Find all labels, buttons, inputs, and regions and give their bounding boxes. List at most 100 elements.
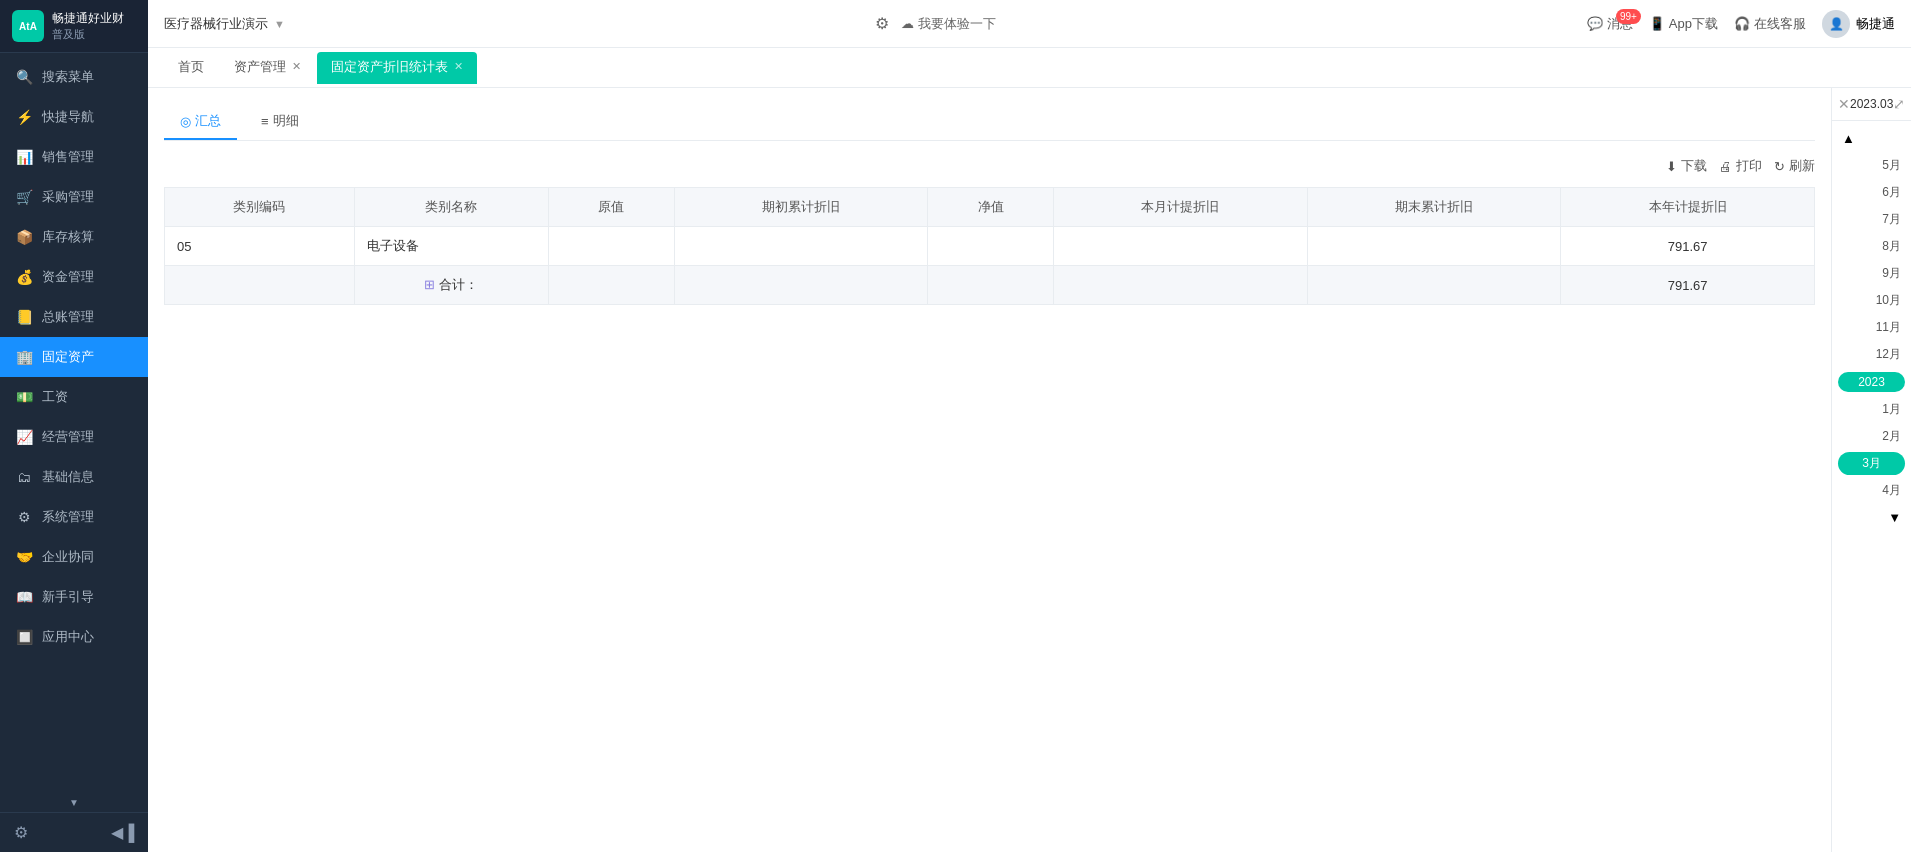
panel-title: 2023.03 bbox=[1850, 97, 1893, 111]
guide-icon: 📖 bbox=[14, 587, 34, 607]
message-button[interactable]: 💬 消息 99+ bbox=[1587, 15, 1633, 33]
refresh-button[interactable]: ↻ 刷新 bbox=[1774, 157, 1815, 175]
tab-home[interactable]: 首页 bbox=[164, 52, 218, 84]
col-header: 原值 bbox=[549, 188, 675, 227]
logo-icon: AtA bbox=[12, 10, 44, 42]
total-row: ⊞合计：791.67 bbox=[165, 266, 1815, 305]
sidebar-item-collab[interactable]: 🤝 企业协同 bbox=[0, 537, 148, 577]
sidebar-item-system[interactable]: ⚙ 系统管理 bbox=[0, 497, 148, 537]
tab-depreciation[interactable]: 固定资产折旧统计表✕ bbox=[317, 52, 477, 84]
month-item[interactable]: 1月 bbox=[1832, 396, 1911, 423]
logo-text: 畅捷通好业财 普及版 bbox=[52, 11, 124, 41]
sub-tab-summary[interactable]: ◎ 汇总 bbox=[164, 104, 237, 140]
page-content: ◎ 汇总 ≡ 明细 ⬇ 下载 🖨 打印 ↻ 刷新 bbox=[148, 88, 1911, 852]
month-item[interactable]: 4月 bbox=[1832, 477, 1911, 504]
total-cell bbox=[1054, 266, 1308, 305]
collapse-icon[interactable]: ◀▐ bbox=[111, 823, 134, 842]
sidebar-item-search[interactable]: 🔍 搜索菜单 bbox=[0, 57, 148, 97]
month-item[interactable]: 10月 bbox=[1832, 287, 1911, 314]
sidebar-item-assets[interactable]: 🏢 固定资产 bbox=[0, 337, 148, 377]
trial-button[interactable]: ☁ 我要体验一下 bbox=[901, 15, 996, 33]
month-item[interactable]: 11月 bbox=[1832, 314, 1911, 341]
sidebar-item-apps[interactable]: 🔲 应用中心 bbox=[0, 617, 148, 657]
sidebar: AtA 畅捷通好业财 普及版 🔍 搜索菜单 ⚡ 快捷导航 📊 销售管理 🛒 采购… bbox=[0, 0, 148, 852]
panel-nav-top: ▲ bbox=[1832, 125, 1911, 152]
sidebar-label-system: 系统管理 bbox=[42, 508, 94, 526]
logo-sub: 普及版 bbox=[52, 27, 124, 41]
sidebar-item-finance[interactable]: 💰 资金管理 bbox=[0, 257, 148, 297]
sidebar-label-apps: 应用中心 bbox=[42, 628, 94, 646]
table-cell: 791.67 bbox=[1561, 227, 1815, 266]
sidebar-label-inventory: 库存核算 bbox=[42, 228, 94, 246]
sidebar-footer: ⚙ ◀▐ bbox=[0, 812, 148, 852]
download-label: 下载 bbox=[1681, 157, 1707, 175]
total-cell: ⊞合计： bbox=[354, 266, 549, 305]
logo-name: 畅捷通好业财 bbox=[52, 11, 124, 27]
sidebar-scroll: ▼ bbox=[0, 793, 148, 812]
finance-icon: 💰 bbox=[14, 267, 34, 287]
company-selector[interactable]: 医疗器械行业演示 ▼ bbox=[164, 15, 285, 33]
sidebar-item-basic[interactable]: 🗂 基础信息 bbox=[0, 457, 148, 497]
refresh-label: 刷新 bbox=[1789, 157, 1815, 175]
app-download-button[interactable]: 📱 App下载 bbox=[1649, 15, 1718, 33]
sidebar-label-collab: 企业协同 bbox=[42, 548, 94, 566]
tab-assets_mgmt[interactable]: 资产管理✕ bbox=[220, 52, 315, 84]
sidebar-label-operations: 经营管理 bbox=[42, 428, 94, 446]
sidebar-label-assets: 固定资产 bbox=[42, 348, 94, 366]
table-cell: 05 bbox=[165, 227, 355, 266]
sub-tab-detail[interactable]: ≡ 明细 bbox=[245, 104, 315, 140]
quicknav-icon: ⚡ bbox=[14, 107, 34, 127]
download-button[interactable]: ⬇ 下载 bbox=[1666, 157, 1707, 175]
depreciation-table: 类别编码类别名称原值期初累计折旧净值本月计提折旧期末累计折旧本年计提折旧 05电… bbox=[164, 187, 1815, 305]
month-item[interactable]: 2月 bbox=[1832, 423, 1911, 450]
nav-down-arrow[interactable]: ▼ bbox=[1888, 510, 1901, 525]
sidebar-item-guide[interactable]: 📖 新手引导 bbox=[0, 577, 148, 617]
table-cell bbox=[1054, 227, 1308, 266]
refresh-icon: ↻ bbox=[1774, 159, 1785, 174]
sidebar-item-ledger[interactable]: 📒 总账管理 bbox=[0, 297, 148, 337]
month-item[interactable]: 8月 bbox=[1832, 233, 1911, 260]
search-icon: 🔍 bbox=[14, 67, 34, 87]
tab-close-assets_mgmt[interactable]: ✕ bbox=[292, 60, 301, 73]
report-toolbar: ⬇ 下载 🖨 打印 ↻ 刷新 bbox=[164, 157, 1815, 175]
sidebar-label-basic: 基础信息 bbox=[42, 468, 94, 486]
cloud-icon: ☁ bbox=[901, 16, 914, 31]
panel-close-icon[interactable]: ✕ bbox=[1838, 96, 1850, 112]
month-item[interactable]: 9月 bbox=[1832, 260, 1911, 287]
total-cell bbox=[165, 266, 355, 305]
panel-expand-icon[interactable]: ⤢ bbox=[1893, 96, 1905, 112]
month-item[interactable]: 6月 bbox=[1832, 179, 1911, 206]
payroll-icon: 💵 bbox=[14, 387, 34, 407]
tab-close-depreciation[interactable]: ✕ bbox=[454, 60, 463, 73]
year-badge[interactable]: 2023 bbox=[1838, 372, 1905, 392]
user-avatar: 👤 bbox=[1822, 10, 1850, 38]
sub-tab-label-summary: 汇总 bbox=[195, 112, 221, 130]
date-list: ▲ 5月6月7月8月9月10月11月12月 2023 1月2月3月4月 ▼ bbox=[1832, 121, 1911, 852]
col-header: 净值 bbox=[928, 188, 1054, 227]
sidebar-item-operations[interactable]: 📈 经营管理 bbox=[0, 417, 148, 457]
sidebar-item-purchase[interactable]: 🛒 采购管理 bbox=[0, 177, 148, 217]
month-item[interactable]: 12月 bbox=[1832, 341, 1911, 368]
print-button[interactable]: 🖨 打印 bbox=[1719, 157, 1762, 175]
sidebar-label-quicknav: 快捷导航 bbox=[42, 108, 94, 126]
sidebar-item-inventory[interactable]: 📦 库存核算 bbox=[0, 217, 148, 257]
sidebar-label-purchase: 采购管理 bbox=[42, 188, 94, 206]
sidebar-item-sales[interactable]: 📊 销售管理 bbox=[0, 137, 148, 177]
settings-icon[interactable]: ⚙ bbox=[14, 823, 28, 842]
online-service-button[interactable]: 🎧 在线客服 bbox=[1734, 15, 1806, 33]
month-item[interactable]: 5月 bbox=[1832, 152, 1911, 179]
total-cell bbox=[928, 266, 1054, 305]
user-menu[interactable]: 👤 畅捷通 bbox=[1822, 10, 1895, 38]
table-cell bbox=[674, 227, 928, 266]
sidebar-item-quicknav[interactable]: ⚡ 快捷导航 bbox=[0, 97, 148, 137]
nav-up-arrow[interactable]: ▲ bbox=[1842, 131, 1855, 146]
month-item[interactable]: 3月 bbox=[1838, 452, 1905, 475]
total-icon: ⊞ bbox=[424, 277, 435, 292]
sidebar-item-payroll[interactable]: 💵 工资 bbox=[0, 377, 148, 417]
settings-gear-icon[interactable]: ⚙ bbox=[875, 14, 889, 33]
col-header: 类别名称 bbox=[354, 188, 549, 227]
sidebar-logo: AtA 畅捷通好业财 普及版 bbox=[0, 0, 148, 53]
month-item[interactable]: 7月 bbox=[1832, 206, 1911, 233]
sub-tab-icon-summary: ◎ bbox=[180, 114, 191, 129]
assets-icon: 🏢 bbox=[14, 347, 34, 367]
